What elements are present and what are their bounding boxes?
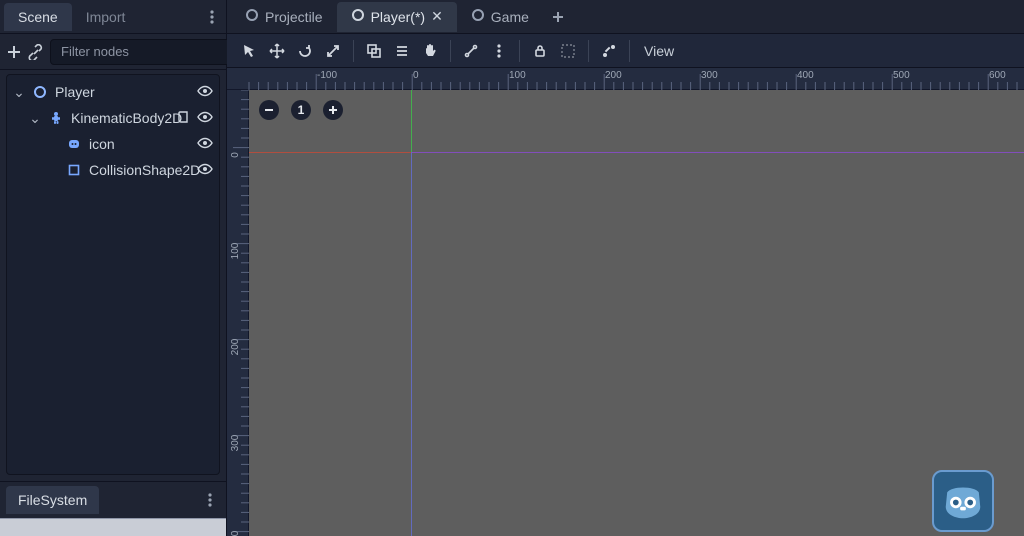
svg-text:-100: -100 — [317, 70, 337, 81]
scene-toolbar — [0, 34, 226, 70]
group-icon[interactable] — [554, 37, 582, 65]
collapse-icon[interactable]: ⌄ — [13, 84, 25, 101]
scene-tab-projectile[interactable]: Projectile — [231, 2, 337, 32]
list-tool-icon[interactable] — [388, 37, 416, 65]
tab-filesystem[interactable]: FileSystem — [6, 486, 99, 514]
collisionshape2d-icon — [65, 161, 83, 179]
zoom-in-icon[interactable] — [323, 100, 343, 120]
viewport[interactable]: -100 0 100 200 300 400 500 600 0 100 200 300 400 1 — [227, 68, 1024, 536]
svg-text:200: 200 — [605, 70, 622, 81]
scene-ring-icon — [245, 8, 259, 25]
svg-text:500: 500 — [893, 70, 910, 81]
svg-text:200: 200 — [230, 338, 241, 355]
filter-nodes-field[interactable] — [61, 44, 237, 59]
lock-icon[interactable] — [526, 37, 554, 65]
sprite-icon — [65, 135, 83, 153]
kinematicbody2d-icon — [47, 109, 65, 127]
ruler-left: 0 100 200 300 400 — [227, 90, 249, 536]
svg-text:0: 0 — [230, 152, 241, 158]
scene-tab-player[interactable]: Player(*) ✕ — [337, 2, 457, 32]
tab-import[interactable]: Import — [72, 3, 140, 31]
close-icon[interactable]: ✕ — [431, 8, 443, 25]
move-tool-icon[interactable] — [263, 37, 291, 65]
zoom-reset[interactable]: 1 — [291, 100, 311, 120]
tree-node-kinematicbody2d[interactable]: ⌄ KinematicBody2D — [11, 105, 215, 131]
tree-node-icon-sprite[interactable]: icon — [11, 131, 215, 157]
scene-ring-icon — [471, 8, 485, 25]
svg-text:400: 400 — [797, 70, 814, 81]
ruler-tool-icon[interactable] — [457, 37, 485, 65]
bone-tool-icon[interactable] — [595, 37, 623, 65]
zoom-out-icon[interactable] — [259, 100, 279, 120]
filesystem-panel: FileSystem — [0, 481, 226, 536]
canvas-area[interactable] — [249, 90, 1024, 536]
godot-logo-icon — [932, 470, 994, 532]
svg-text:600: 600 — [989, 70, 1006, 81]
node-label: Player — [55, 84, 215, 100]
pan-tool-icon[interactable] — [416, 37, 444, 65]
node2d-icon — [31, 83, 49, 101]
svg-text:100: 100 — [230, 242, 241, 259]
script-icon[interactable] — [177, 110, 191, 127]
tab-scene[interactable]: Scene — [4, 3, 72, 31]
filesystem-path-bar[interactable] — [0, 518, 226, 536]
visibility-icon[interactable] — [197, 83, 213, 102]
scene-tab-label: Game — [491, 9, 529, 25]
panel-menu-icon[interactable] — [202, 7, 222, 27]
rotate-tool-icon[interactable] — [291, 37, 319, 65]
scene-file-tabs: Projectile Player(*) ✕ Game — [227, 0, 1024, 34]
visibility-icon[interactable] — [197, 161, 213, 180]
left-panel-tabs: Scene Import — [0, 0, 226, 34]
add-node-icon[interactable] — [6, 40, 22, 64]
selectable-toggle-icon[interactable] — [360, 37, 388, 65]
svg-text:300: 300 — [701, 70, 718, 81]
select-tool-icon[interactable] — [235, 37, 263, 65]
view-menu[interactable]: View — [644, 43, 674, 59]
svg-text:0: 0 — [413, 70, 419, 81]
collapse-icon[interactable]: ⌄ — [29, 110, 41, 127]
scene-ring-icon — [351, 8, 365, 25]
panel-menu-icon[interactable] — [200, 490, 220, 510]
svg-text:100: 100 — [509, 70, 526, 81]
svg-text:300: 300 — [230, 434, 241, 451]
scale-tool-icon[interactable] — [319, 37, 347, 65]
visibility-icon[interactable] — [197, 109, 213, 128]
visibility-icon[interactable] — [197, 135, 213, 154]
tree-node-collisionshape2d[interactable]: CollisionShape2D — [11, 157, 215, 183]
scene-tab-label: Projectile — [265, 9, 323, 25]
tree-node-player[interactable]: ⌄ Player — [11, 79, 215, 105]
scene-tab-game[interactable]: Game — [457, 2, 543, 32]
link-scene-icon[interactable] — [28, 40, 44, 64]
ruler-top: -100 0 100 200 300 400 500 600 — [227, 68, 1024, 90]
svg-text:400: 400 — [230, 530, 241, 536]
canvas-toolbar: View — [227, 34, 1024, 68]
zoom-controls: 1 — [259, 100, 343, 120]
scene-tree: ⌄ Player ⌄ KinematicBody2D — [6, 74, 220, 475]
kebab-toolbar-icon[interactable] — [485, 37, 513, 65]
scene-tab-label: Player(*) — [371, 9, 425, 25]
add-scene-tab-icon[interactable] — [543, 10, 573, 24]
